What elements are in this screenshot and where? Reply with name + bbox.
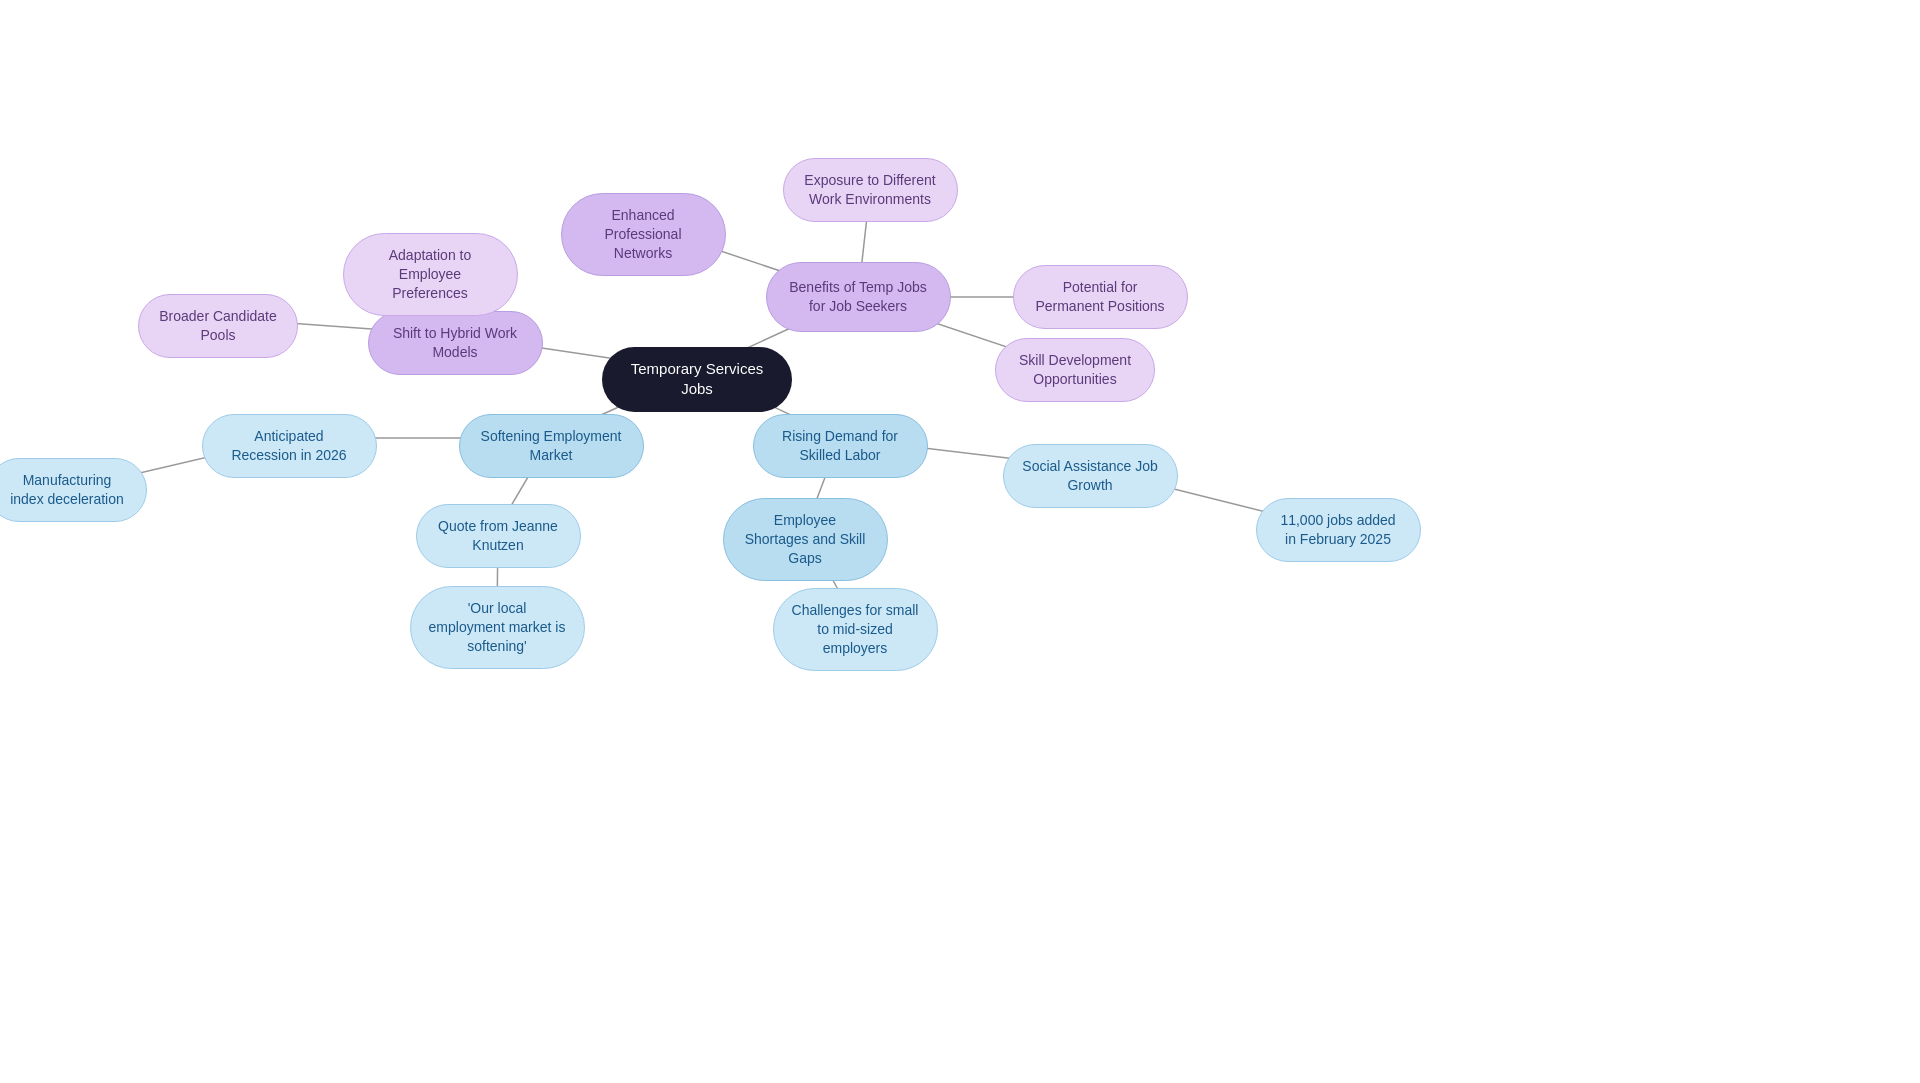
node-skill: Skill Development Opportunities — [995, 338, 1155, 402]
node-center: Temporary Services Jobs — [602, 347, 792, 412]
node-broader: Broader Candidate Pools — [138, 294, 298, 358]
node-adaptation: Adaptation to Employee Preferences — [343, 233, 518, 316]
node-quote: Quote from Jeanne Knutzen — [416, 504, 581, 568]
node-enhanced: Enhanced Professional Networks — [561, 193, 726, 276]
node-manufacturing: Manufacturing index deceleration — [0, 458, 147, 522]
node-exposure: Exposure to Different Work Environments — [783, 158, 958, 222]
node-benefits: Benefits of Temp Jobs for Job Seekers — [766, 262, 951, 332]
node-challenges: Challenges for small to mid-sized employ… — [773, 588, 938, 671]
node-softening: Softening Employment Market — [459, 414, 644, 478]
node-potential: Potential for Permanent Positions — [1013, 265, 1188, 329]
node-rising: Rising Demand for Skilled Labor — [753, 414, 928, 478]
node-quote_text: 'Our local employment market is softenin… — [410, 586, 585, 669]
node-employee_shortages: Employee Shortages and Skill Gaps — [723, 498, 888, 581]
node-anticipated: Anticipated Recession in 2026 — [202, 414, 377, 478]
mind-map: Temporary Services Jobs Benefits of Temp … — [0, 0, 1920, 1083]
node-hybrid: Shift to Hybrid Work Models — [368, 311, 543, 375]
node-jobs_added: 11,000 jobs added in February 2025 — [1256, 498, 1421, 562]
node-social: Social Assistance Job Growth — [1003, 444, 1178, 508]
